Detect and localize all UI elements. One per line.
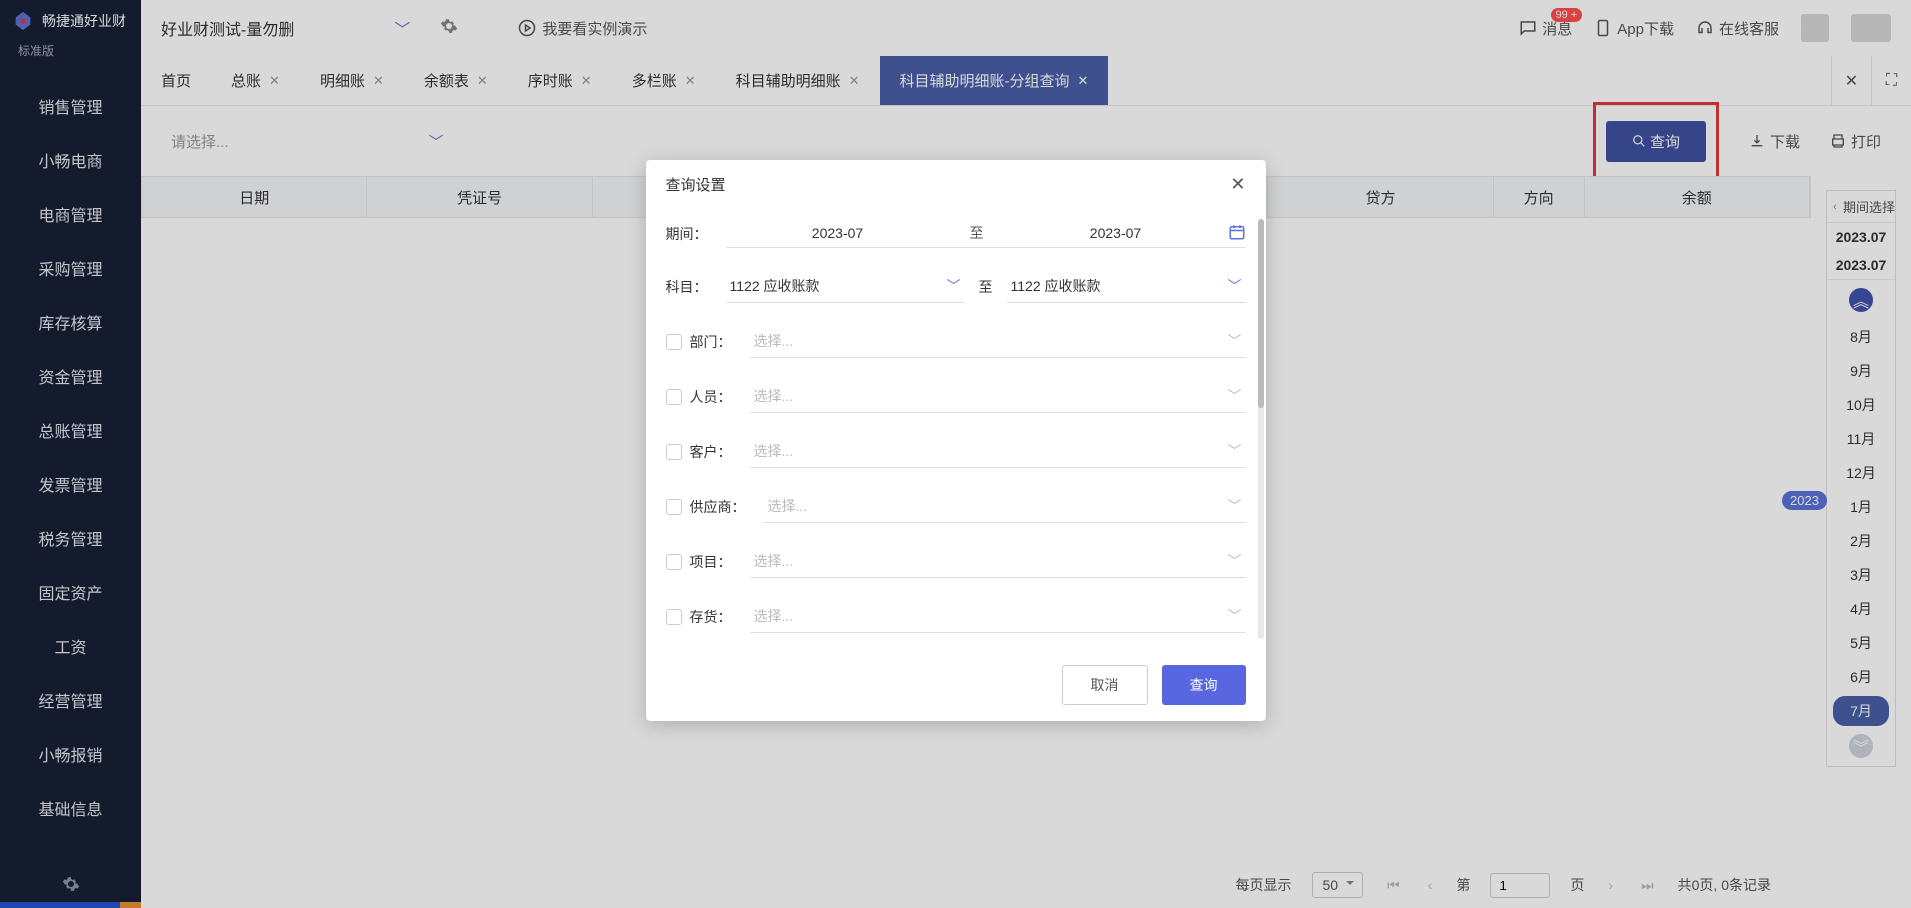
- filter-checkbox[interactable]: [666, 444, 682, 460]
- filter-placeholder: 选择...: [754, 441, 794, 461]
- subject-to-value: 1122 应收账款: [1011, 276, 1101, 296]
- modal-scrollbar[interactable]: [1258, 219, 1264, 639]
- filter-checkbox[interactable]: [666, 554, 682, 570]
- modal-close-icon[interactable]: ✕: [1230, 174, 1245, 195]
- filter-select[interactable]: 选择... ﹀: [750, 545, 1246, 578]
- subject-to-select[interactable]: 1122 应收账款 ﹀: [1007, 270, 1246, 303]
- period-range: 2023-07 至 2023-07: [726, 219, 1246, 248]
- filter-label: 客户：: [690, 442, 750, 462]
- subject-row: 科目： 1122 应收账款 ﹀ 至 1122 应收账款 ﹀: [666, 270, 1246, 303]
- period-label: 期间：: [666, 224, 726, 244]
- modal-body: 期间： 2023-07 至 2023-07 科目： 1122 应收账款 ﹀ 至 1…: [646, 209, 1266, 649]
- filter-row: 项目：选择... ﹀: [666, 545, 1246, 578]
- chevron-down-icon: ﹀: [1228, 386, 1242, 406]
- filter-row: 存货：选择... ﹀: [666, 600, 1246, 633]
- chevron-down-icon: ﹀: [1228, 496, 1242, 516]
- subject-sep: 至: [965, 277, 1007, 297]
- period-row: 期间： 2023-07 至 2023-07: [666, 219, 1246, 248]
- filter-placeholder: 选择...: [754, 606, 794, 626]
- filter-select[interactable]: 选择... ﹀: [750, 380, 1246, 413]
- filter-checkbox[interactable]: [666, 389, 682, 405]
- calendar-icon[interactable]: [1228, 223, 1246, 244]
- chevron-down-icon: ﹀: [1228, 606, 1242, 626]
- chevron-down-icon: ﹀: [1228, 551, 1242, 571]
- chevron-down-icon: ﹀: [1228, 441, 1242, 461]
- filter-select[interactable]: 选择... ﹀: [764, 490, 1246, 523]
- filter-checkbox[interactable]: [666, 499, 682, 515]
- cancel-button[interactable]: 取消: [1062, 665, 1148, 705]
- query-settings-modal: 查询设置 ✕ 期间： 2023-07 至 2023-07 科目： 1122 应收…: [646, 160, 1266, 721]
- filter-select[interactable]: 选择... ﹀: [750, 325, 1246, 358]
- subject-from-value: 1122 应收账款: [730, 276, 820, 296]
- filter-label: 项目：: [690, 552, 750, 572]
- modal-title: 查询设置: [666, 174, 726, 195]
- filter-label: 人员：: [690, 387, 750, 407]
- filter-label: 存货：: [690, 607, 750, 627]
- filter-row: 人员：选择... ﹀: [666, 380, 1246, 413]
- subject-from-select[interactable]: 1122 应收账款 ﹀: [726, 270, 965, 303]
- subject-label: 科目：: [666, 277, 726, 297]
- period-from-input[interactable]: 2023-07: [726, 219, 950, 247]
- filter-select[interactable]: 选择... ﹀: [750, 435, 1246, 468]
- scrollbar-thumb[interactable]: [1258, 219, 1264, 408]
- filter-placeholder: 选择...: [768, 496, 808, 516]
- filter-row: 客户：选择... ﹀: [666, 435, 1246, 468]
- chevron-down-icon: ﹀: [947, 276, 961, 296]
- filter-placeholder: 选择...: [754, 551, 794, 571]
- confirm-button[interactable]: 查询: [1162, 665, 1246, 705]
- modal-header: 查询设置 ✕: [646, 160, 1266, 209]
- filter-placeholder: 选择...: [754, 331, 794, 351]
- period-sep: 至: [950, 223, 1004, 243]
- filter-label: 供应商：: [690, 497, 764, 517]
- filter-label: 部门：: [690, 332, 750, 352]
- period-to-input[interactable]: 2023-07: [1004, 219, 1228, 247]
- chevron-down-icon: ﹀: [1228, 276, 1242, 296]
- filter-checkbox[interactable]: [666, 609, 682, 625]
- filter-checkbox[interactable]: [666, 334, 682, 350]
- filter-row: 部门：选择... ﹀: [666, 325, 1246, 358]
- modal-footer: 取消 查询: [646, 649, 1266, 721]
- filter-select[interactable]: 选择... ﹀: [750, 600, 1246, 633]
- filter-row: 供应商：选择... ﹀: [666, 490, 1246, 523]
- chevron-down-icon: ﹀: [1228, 331, 1242, 351]
- filter-placeholder: 选择...: [754, 386, 794, 406]
